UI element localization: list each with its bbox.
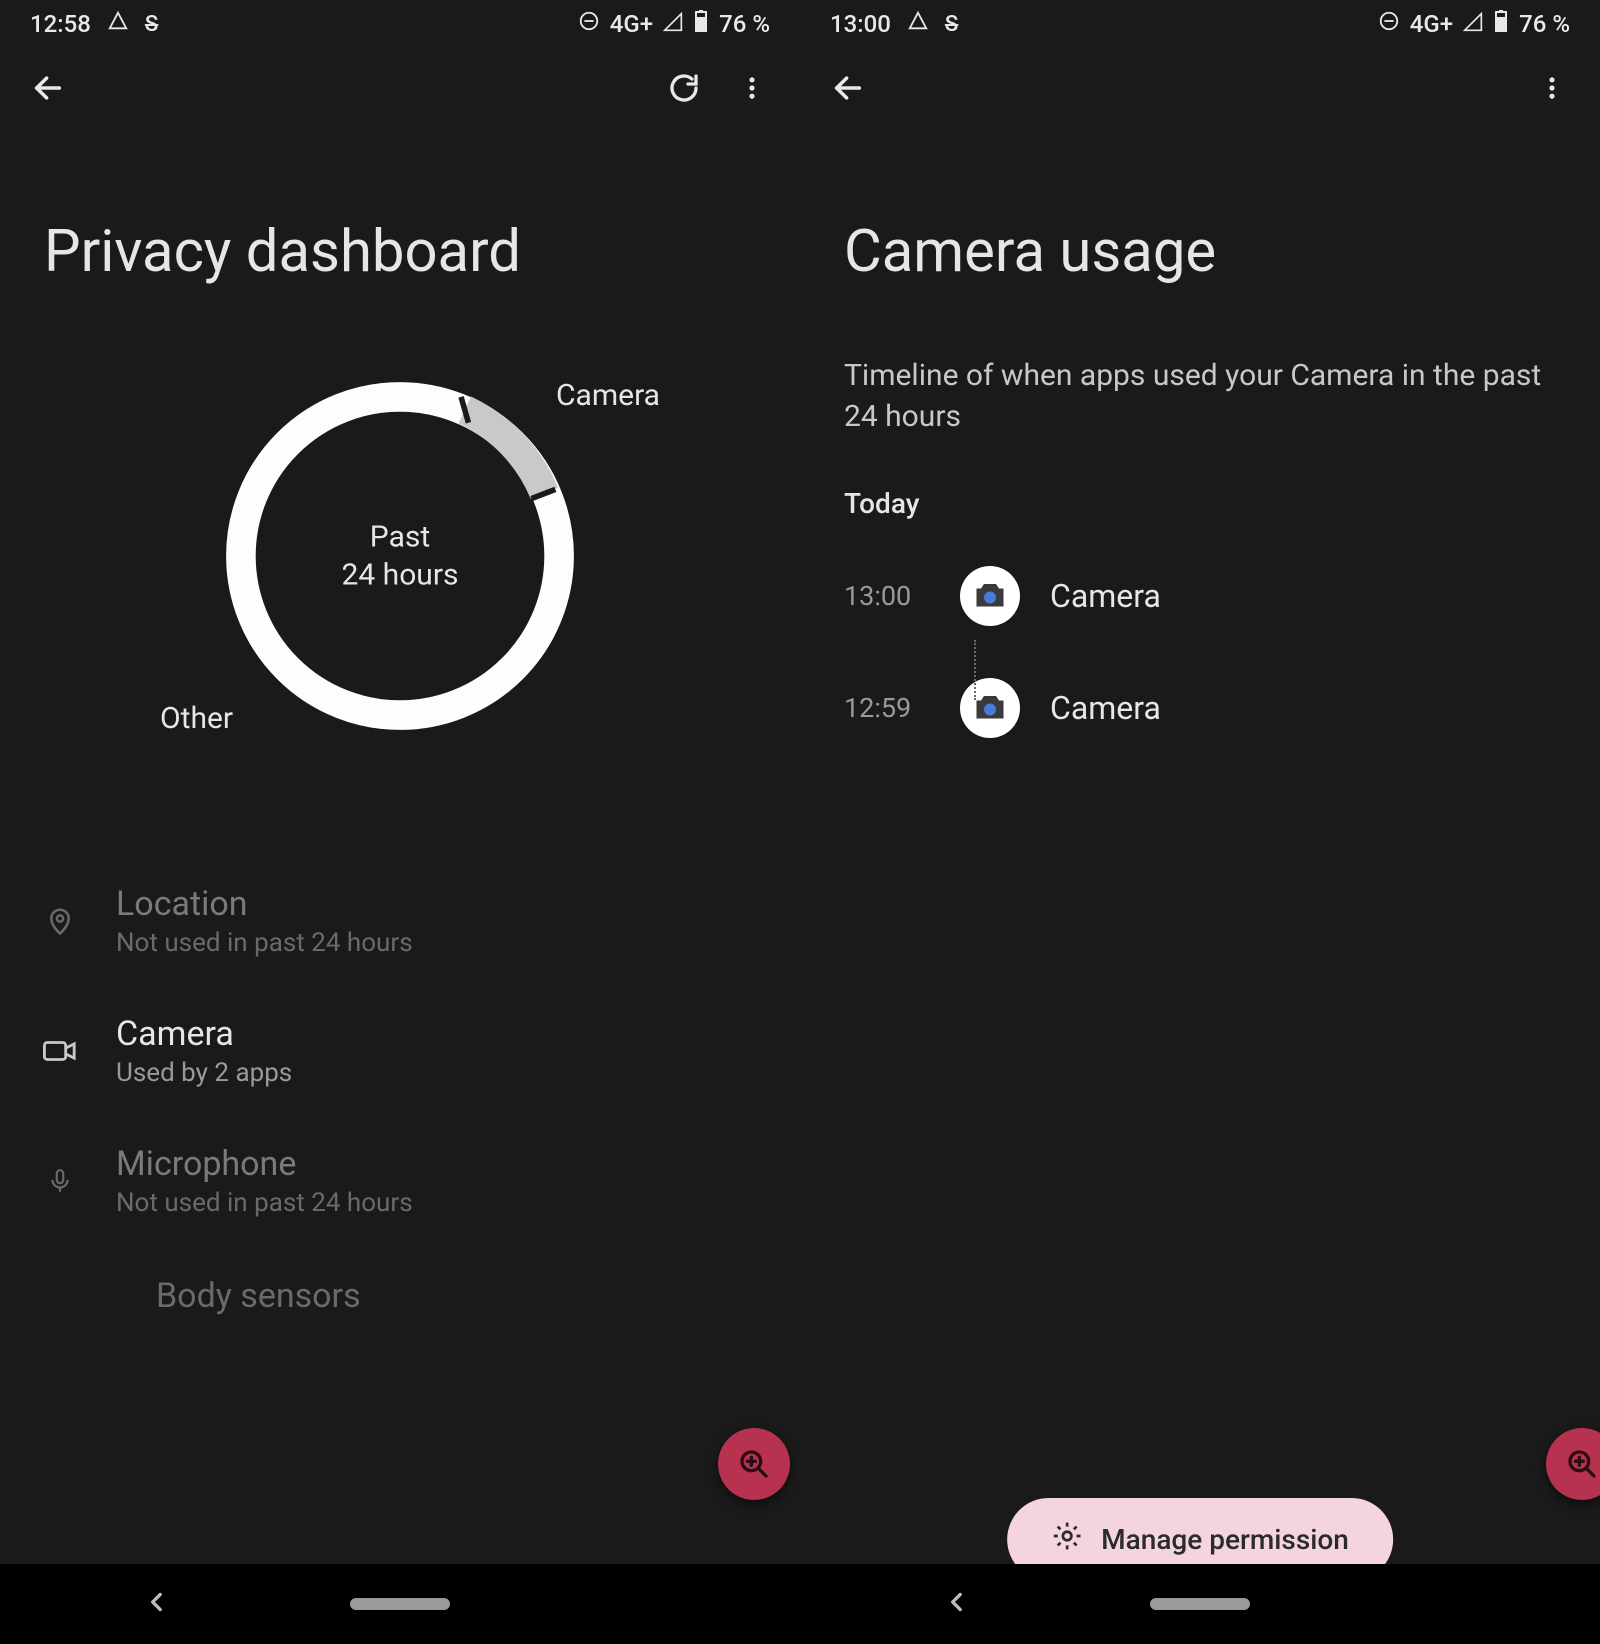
page-subtitle: Timeline of when apps used your Camera i…: [800, 316, 1600, 437]
gear-icon: [1051, 1520, 1083, 1559]
phone-screen-camera-usage: 13:00 S 4G+ 76 %: [800, 0, 1600, 1644]
camera-app-icon: [960, 678, 1020, 738]
section-heading-today: Today: [800, 437, 1600, 540]
nav-back-button[interactable]: [144, 1589, 170, 1619]
signal-icon: [663, 10, 683, 38]
chart-center-line2: 24 hours: [342, 556, 459, 594]
usage-donut-chart: Past 24 hours Camera Other: [0, 356, 800, 756]
status-battery: 76 %: [719, 10, 770, 38]
permission-subtitle: Not used in past 24 hours: [116, 928, 413, 958]
notification-triangle-icon: [107, 10, 129, 38]
permission-title: Microphone: [116, 1144, 413, 1184]
more-options-button[interactable]: [1524, 60, 1580, 116]
more-options-button[interactable]: [724, 60, 780, 116]
timeline-entry[interactable]: 13:00 Camera: [844, 540, 1556, 652]
permission-row-location[interactable]: Location Not used in past 24 hours: [40, 856, 760, 986]
location-pin-icon: [40, 903, 80, 939]
camera-icon: [40, 1038, 80, 1064]
camera-app-icon: [960, 566, 1020, 626]
status-network: 4G+: [610, 10, 653, 38]
permission-row-camera[interactable]: Camera Used by 2 apps: [40, 986, 760, 1116]
navigation-bar: [0, 1564, 800, 1644]
chart-label-other: Other: [160, 701, 233, 736]
timeline-app-name: Camera: [1050, 689, 1161, 727]
nav-home-pill[interactable]: [1150, 1598, 1250, 1610]
permission-list: Location Not used in past 24 hours Camer…: [0, 756, 800, 1316]
timeline-time: 13:00: [844, 580, 930, 612]
nav-home-pill[interactable]: [350, 1598, 450, 1610]
phone-screen-privacy-dashboard: 12:58 S 4G+ 76 %: [0, 0, 800, 1644]
battery-icon: [693, 9, 709, 39]
manage-permission-label: Manage permission: [1101, 1523, 1349, 1556]
dnd-icon: [578, 10, 600, 38]
status-battery: 76 %: [1519, 10, 1570, 38]
battery-icon: [1493, 9, 1509, 39]
timeline-time: 12:59: [844, 692, 930, 724]
permission-title: Camera: [116, 1014, 292, 1054]
toolbar: [800, 48, 1600, 128]
refresh-button[interactable]: [656, 60, 712, 116]
timeline-connector: [974, 640, 976, 700]
back-button[interactable]: [820, 60, 876, 116]
toolbar: [0, 48, 800, 128]
zoom-fab[interactable]: [718, 1428, 790, 1500]
timeline-entry[interactable]: 12:59 Camera: [844, 652, 1556, 764]
page-title: Camera usage: [800, 128, 1600, 316]
timeline-app-name: Camera: [1050, 577, 1161, 615]
permission-row-microphone[interactable]: Microphone Not used in past 24 hours: [40, 1116, 760, 1246]
status-time: 12:58: [30, 10, 91, 38]
status-bar: 12:58 S 4G+ 76 %: [0, 0, 800, 48]
permission-subtitle: Used by 2 apps: [116, 1058, 292, 1088]
notification-s-icon: S: [145, 12, 158, 37]
notification-triangle-icon: [907, 10, 929, 38]
status-bar: 13:00 S 4G+ 76 %: [800, 0, 1600, 48]
permission-row-body-sensors-peek[interactable]: Body sensors: [40, 1276, 760, 1316]
permission-subtitle: Not used in past 24 hours: [116, 1188, 413, 1218]
zoom-fab[interactable]: [1546, 1428, 1600, 1500]
page-title: Privacy dashboard: [0, 128, 800, 316]
notification-s-icon: S: [945, 12, 958, 37]
navigation-bar: [800, 1564, 1600, 1644]
status-network: 4G+: [1410, 10, 1453, 38]
nav-back-button[interactable]: [944, 1589, 970, 1619]
status-time: 13:00: [830, 10, 891, 38]
dnd-icon: [1378, 10, 1400, 38]
back-button[interactable]: [20, 60, 76, 116]
signal-icon: [1463, 10, 1483, 38]
chart-label-camera: Camera: [556, 378, 660, 413]
microphone-icon: [40, 1163, 80, 1199]
permission-title: Location: [116, 884, 413, 924]
usage-timeline: 13:00 Camera 12:59 Camera: [800, 540, 1600, 764]
chart-center-line1: Past: [342, 519, 459, 557]
